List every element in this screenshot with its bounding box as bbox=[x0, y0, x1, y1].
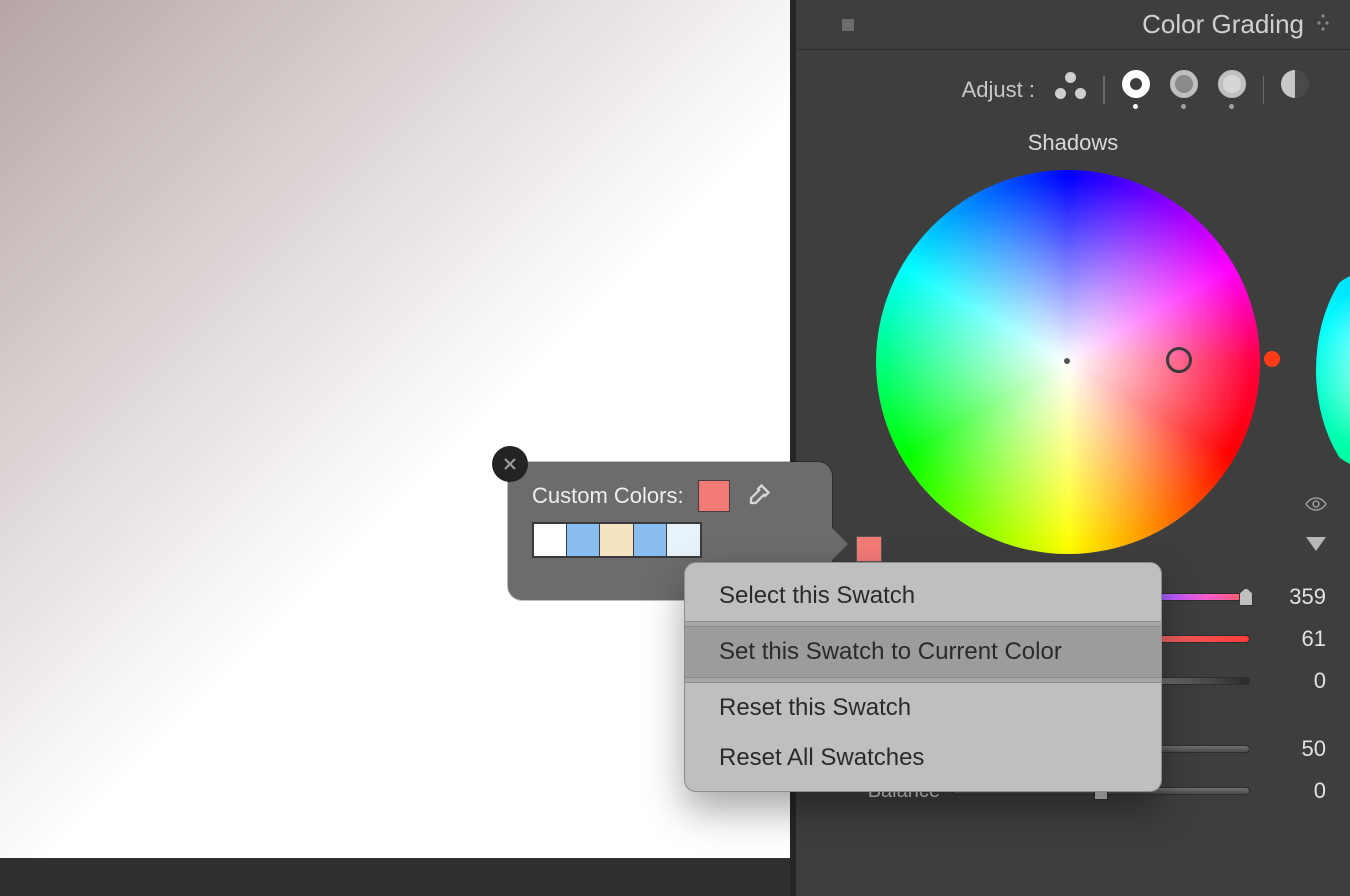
separator bbox=[1263, 76, 1265, 104]
menu-reset-all[interactable]: Reset All Swatches bbox=[685, 733, 1161, 783]
popup-arrow bbox=[830, 526, 848, 562]
balance-value[interactable]: 0 bbox=[1262, 778, 1326, 804]
menu-set-swatch[interactable]: Set this Swatch to Current Color bbox=[685, 627, 1161, 677]
canvas-preview[interactable] bbox=[0, 0, 790, 860]
section-label: Shadows bbox=[796, 130, 1350, 156]
swatch-1[interactable] bbox=[567, 524, 600, 556]
hue-value[interactable]: 359 bbox=[1262, 584, 1326, 610]
swatch-0[interactable] bbox=[534, 524, 567, 556]
saturation-value[interactable]: 61 bbox=[1262, 626, 1326, 652]
menu-select-swatch[interactable]: Select this Swatch bbox=[685, 571, 1161, 621]
swatch-strip bbox=[532, 522, 702, 558]
adjust-label: Adjust : bbox=[962, 77, 1035, 103]
canvas-footer-strip bbox=[0, 858, 790, 896]
swatch-4[interactable] bbox=[667, 524, 700, 556]
blending-value[interactable]: 50 bbox=[1262, 736, 1326, 762]
swatch-context-menu: Select this Swatch Set this Swatch to Cu… bbox=[684, 562, 1162, 792]
separator bbox=[1103, 76, 1105, 104]
custom-colors-label: Custom Colors: bbox=[532, 483, 684, 509]
mode-midtones-button[interactable] bbox=[1167, 68, 1201, 112]
hue-ring-handle[interactable] bbox=[1264, 351, 1280, 367]
mode-highlights-button[interactable] bbox=[1215, 68, 1249, 112]
mode-three-way-icon[interactable] bbox=[1053, 72, 1089, 108]
swatch-3[interactable] bbox=[634, 524, 667, 556]
current-color-swatch[interactable] bbox=[856, 536, 882, 562]
panel-menu-icon[interactable] bbox=[1314, 13, 1332, 36]
panel-header: Color Grading bbox=[796, 0, 1350, 50]
mode-global-button[interactable] bbox=[1278, 68, 1312, 112]
close-button[interactable] bbox=[492, 446, 528, 482]
visibility-toggle-icon[interactable] bbox=[1304, 492, 1328, 521]
panel-grip-icon[interactable] bbox=[842, 19, 854, 31]
menu-reset-swatch[interactable]: Reset this Swatch bbox=[685, 683, 1161, 733]
wheel-center-dot bbox=[1064, 358, 1070, 364]
panel-title[interactable]: Color Grading bbox=[1142, 9, 1304, 40]
swatch-2[interactable] bbox=[600, 524, 633, 556]
eyedropper-icon[interactable] bbox=[744, 482, 772, 510]
custom-current-swatch[interactable] bbox=[698, 480, 730, 512]
wheel-picker-handle[interactable] bbox=[1166, 347, 1192, 373]
mode-shadows-button[interactable] bbox=[1119, 68, 1153, 112]
expand-triangle-icon[interactable] bbox=[1306, 537, 1326, 551]
secondary-wheel-peek[interactable] bbox=[1316, 270, 1350, 470]
adjust-mode-row: Adjust : bbox=[796, 50, 1350, 120]
luminance-value[interactable]: 0 bbox=[1262, 668, 1326, 694]
